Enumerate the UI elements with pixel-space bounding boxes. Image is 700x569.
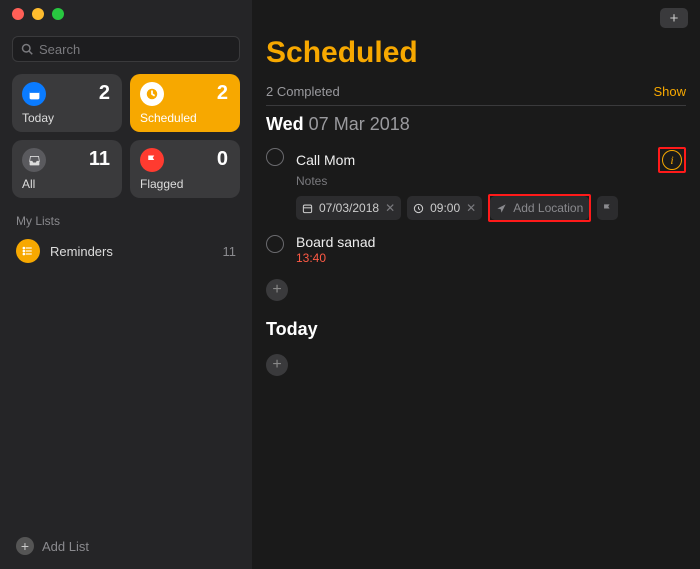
all-label: All — [22, 177, 35, 191]
scheduled-count: 2 — [217, 82, 228, 105]
sidebar: Search 2 Today 2 Scheduled — [0, 0, 252, 569]
search-icon — [21, 43, 33, 55]
reminder-title[interactable]: Board sanad — [296, 234, 686, 250]
list-bullet-icon — [16, 239, 40, 263]
today-label: Today — [22, 111, 54, 125]
show-completed-button[interactable]: Show — [653, 84, 686, 99]
flagged-label: Flagged — [140, 177, 183, 191]
new-reminder-button[interactable]: + — [660, 8, 688, 28]
calendar-icon — [28, 88, 41, 101]
clear-time-button[interactable]: ✕ — [466, 201, 476, 215]
date-section-header: Wed 07 Mar 2018 — [266, 114, 686, 135]
reminder-notes-placeholder[interactable]: Notes — [296, 174, 686, 188]
smart-list-scheduled[interactable]: 2 Scheduled — [130, 74, 240, 132]
clock-icon — [145, 87, 159, 101]
close-window-button[interactable] — [12, 8, 24, 20]
add-list-button[interactable]: + Add List — [12, 525, 240, 569]
plus-icon: + — [272, 356, 281, 374]
list-count: 11 — [223, 244, 237, 259]
add-reminder-button[interactable]: + — [266, 354, 288, 376]
tray-icon — [28, 154, 41, 167]
smart-list-all[interactable]: 11 All — [12, 140, 122, 198]
search-input[interactable]: Search — [12, 36, 240, 62]
clock-small-icon — [413, 203, 424, 214]
completed-count: 2 Completed — [266, 84, 340, 99]
page-title: Scheduled — [266, 36, 686, 70]
time-chip-value: 09:00 — [430, 201, 460, 215]
search-placeholder: Search — [39, 42, 80, 57]
flagged-count: 0 — [217, 148, 228, 171]
fullscreen-window-button[interactable] — [52, 8, 64, 20]
smart-list-today[interactable]: 2 Today — [12, 74, 122, 132]
scheduled-label: Scheduled — [140, 111, 197, 125]
add-location-chip[interactable]: Add Location — [490, 196, 589, 220]
plus-circle-icon: + — [16, 537, 34, 555]
reminder-item[interactable]: Call Mom i Notes 07/03/2018 ✕ 09:00 — [266, 147, 686, 222]
list-item-reminders[interactable]: Reminders 11 — [12, 234, 240, 268]
add-location-label: Add Location — [513, 201, 583, 215]
calendar-small-icon — [302, 203, 313, 214]
date-chip-value: 07/03/2018 — [319, 201, 379, 215]
minimize-window-button[interactable] — [32, 8, 44, 20]
main-content: Scheduled 2 Completed Show Wed 07 Mar 20… — [252, 0, 700, 569]
info-icon[interactable]: i — [662, 150, 682, 170]
date-chip[interactable]: 07/03/2018 ✕ — [296, 196, 401, 220]
my-lists-header: My Lists — [16, 214, 236, 228]
divider — [266, 105, 686, 106]
add-list-label: Add List — [42, 539, 89, 554]
clear-date-button[interactable]: ✕ — [385, 201, 395, 215]
flag-small-icon — [602, 203, 613, 214]
reminder-item[interactable]: Board sanad 13:40 — [266, 234, 686, 265]
complete-toggle[interactable] — [266, 235, 284, 253]
flag-icon — [146, 154, 158, 166]
today-section-header: Today — [266, 319, 686, 340]
time-chip[interactable]: 09:00 ✕ — [407, 196, 482, 220]
add-reminder-button[interactable]: + — [266, 279, 288, 301]
plus-icon: + — [272, 281, 281, 299]
today-count: 2 — [99, 82, 110, 105]
plus-icon: + — [670, 10, 679, 27]
all-count: 11 — [89, 148, 110, 171]
smart-list-flagged[interactable]: 0 Flagged — [130, 140, 240, 198]
flag-chip[interactable] — [597, 196, 618, 220]
location-arrow-icon — [496, 203, 507, 214]
list-name: Reminders — [50, 244, 113, 259]
complete-toggle[interactable] — [266, 148, 284, 166]
reminder-due-time: 13:40 — [296, 251, 686, 265]
reminder-title[interactable]: Call Mom — [296, 152, 355, 168]
